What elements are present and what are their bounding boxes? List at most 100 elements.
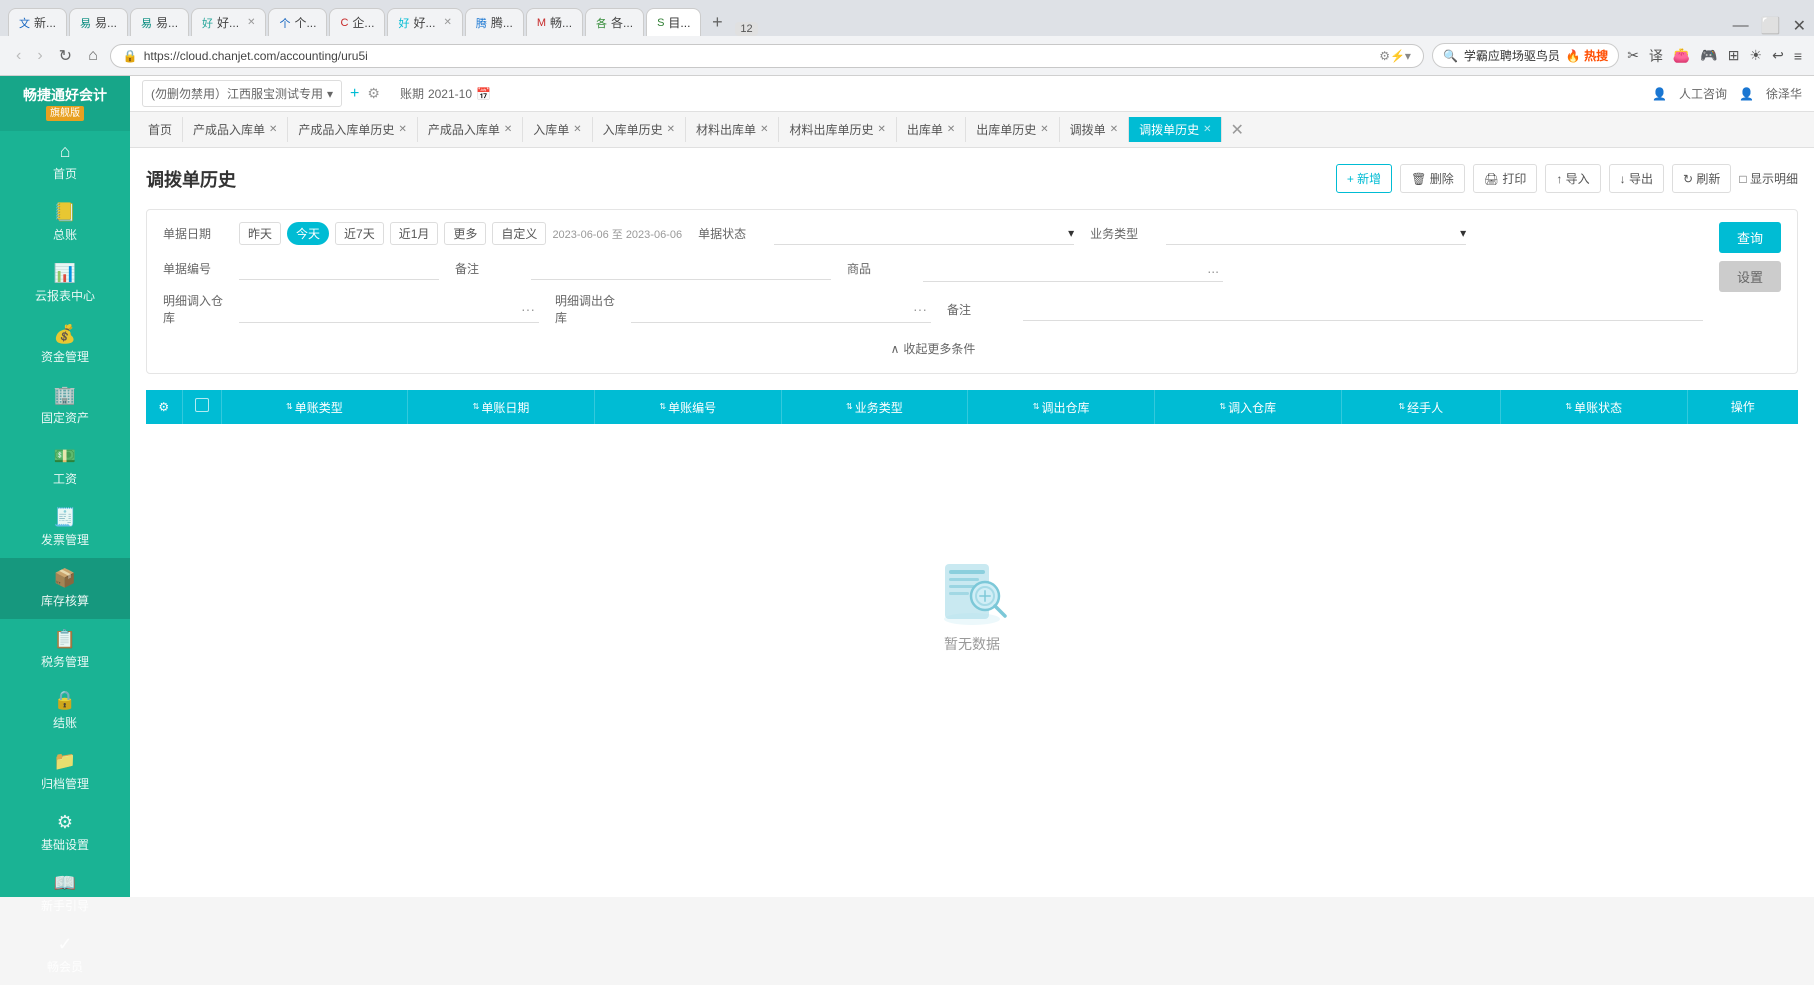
page-tab-2[interactable]: 产成品入库单 ✕: [183, 117, 288, 142]
add-company-button[interactable]: +: [350, 85, 359, 103]
page-tab-3-close[interactable]: ✕: [398, 124, 406, 135]
sidebar-item-close[interactable]: 🔒 结账: [0, 680, 130, 741]
page-tab-9-close[interactable]: ✕: [947, 124, 955, 135]
date-btn-yesterday[interactable]: 昨天: [239, 222, 281, 245]
page-tab-6[interactable]: 入库单历史 ✕: [593, 117, 686, 142]
sidebar-item-tax[interactable]: 📋 税务管理: [0, 619, 130, 680]
translate-icon[interactable]: 译: [1649, 46, 1663, 66]
sidebar-item-guide[interactable]: 📖 新手引导: [0, 863, 130, 924]
sidebar-item-assets[interactable]: 🏢 固定资产: [0, 375, 130, 436]
page-tab-4-close[interactable]: ✕: [504, 124, 512, 135]
display-detail-button[interactable]: □ 显示明细: [1739, 170, 1798, 187]
th-doc-status[interactable]: ⇅ 单账状态: [1500, 390, 1687, 424]
sidebar-item-finance[interactable]: 💰 资金管理: [0, 314, 130, 375]
goods-dots[interactable]: ...: [1207, 260, 1219, 276]
page-tab-2-close[interactable]: ✕: [269, 124, 277, 135]
wallet-icon[interactable]: 👛: [1673, 47, 1690, 64]
page-tab-8-close[interactable]: ✕: [877, 124, 885, 135]
browser-tab-2[interactable]: 易 易...: [69, 8, 128, 36]
browser-tab-7[interactable]: 好 好... ✕: [387, 8, 462, 36]
apps-icon[interactable]: ⊞: [1728, 47, 1740, 64]
page-tab-3[interactable]: 产成品入库单历史 ✕: [288, 117, 417, 142]
scissors-icon[interactable]: ✂: [1627, 47, 1639, 64]
minimize-icon[interactable]: —: [1733, 17, 1749, 35]
browser-tab-8[interactable]: 腾 腾...: [465, 8, 524, 36]
url-box[interactable]: 🔒 https://cloud.chanjet.com/accounting/u…: [110, 44, 1424, 68]
page-tab-10-close[interactable]: ✕: [1040, 124, 1048, 135]
sidebar-item-basic[interactable]: ⚙ 基础设置: [0, 802, 130, 863]
status-select[interactable]: ▾: [774, 222, 1074, 245]
page-tab-5-close[interactable]: ✕: [573, 124, 581, 135]
browser-tab-11[interactable]: S 目...: [646, 8, 701, 36]
sidebar-item-archive[interactable]: 📁 归档管理: [0, 741, 130, 802]
date-btn-today[interactable]: 今天: [287, 222, 329, 245]
page-tab-10[interactable]: 出库单历史 ✕: [966, 117, 1059, 142]
browser-tab-4[interactable]: 好 好... ✕: [191, 8, 266, 36]
table-settings-icon[interactable]: ⚙: [158, 400, 169, 414]
th-settings[interactable]: ⚙: [146, 390, 182, 424]
th-in-warehouse[interactable]: ⇅ 调入仓库: [1154, 390, 1341, 424]
page-tab-7-close[interactable]: ✕: [760, 124, 768, 135]
forward-button[interactable]: ›: [33, 43, 46, 69]
company-selector[interactable]: (勿删勿禁用）江西服宝测试专用 ▾: [142, 80, 342, 107]
collapse-button[interactable]: ∧ 收起更多条件: [163, 336, 1703, 361]
sidebar-item-ledger[interactable]: 📒 总账: [0, 192, 130, 253]
export-button[interactable]: ↓ 导出: [1609, 164, 1664, 193]
goods-input[interactable]: [927, 257, 1207, 279]
refresh-button[interactable]: ↻ 刷新: [1672, 164, 1731, 193]
date-btn-7days[interactable]: 近7天: [335, 222, 384, 245]
th-doc-number[interactable]: ⇅ 单账编号: [594, 390, 781, 424]
date-btn-more[interactable]: 更多: [444, 222, 486, 245]
query-button[interactable]: 查询: [1719, 222, 1781, 253]
th-doc-type[interactable]: ⇅ 单账类型: [221, 390, 408, 424]
new-tab-button[interactable]: +: [703, 8, 731, 36]
setting-button[interactable]: 设置: [1719, 261, 1781, 292]
page-tab-12-close[interactable]: ✕: [1203, 124, 1211, 135]
remark-input[interactable]: [531, 257, 831, 280]
company-settings-icon[interactable]: ⚙: [367, 85, 380, 102]
undo-icon[interactable]: ↩: [1772, 47, 1784, 64]
reload-button[interactable]: ↻: [55, 42, 76, 70]
game-icon[interactable]: 🎮: [1700, 47, 1717, 64]
doc-number-input[interactable]: [239, 257, 439, 280]
th-doc-date[interactable]: ⇅ 单账日期: [408, 390, 595, 424]
browser-tab-9[interactable]: M 畅...: [526, 8, 583, 36]
date-btn-custom[interactable]: 自定义: [492, 222, 546, 245]
tab-close-4[interactable]: ✕: [247, 17, 255, 28]
date-btn-1month[interactable]: 近1月: [390, 222, 439, 245]
goods-input-box[interactable]: ...: [923, 255, 1223, 282]
period-selector[interactable]: 账期 2021-10 📅: [400, 85, 491, 102]
sidebar-item-invoice[interactable]: 🧾 发票管理: [0, 497, 130, 558]
browser-tab-5[interactable]: 个 个...: [268, 8, 327, 36]
sidebar-item-member[interactable]: ✓ 畅会员: [0, 924, 130, 985]
delete-button[interactable]: 🗑 删除: [1400, 164, 1465, 193]
page-tab-home[interactable]: 首页: [138, 117, 183, 142]
business-type-select[interactable]: ▾: [1166, 222, 1466, 245]
page-tab-6-close[interactable]: ✕: [667, 124, 675, 135]
browser-tab-10[interactable]: 各 各...: [585, 8, 644, 36]
maximize-icon[interactable]: ⬜: [1761, 16, 1781, 36]
browser-tab-3[interactable]: 易 易...: [130, 8, 189, 36]
tab-close-7[interactable]: ✕: [443, 17, 451, 28]
th-out-warehouse[interactable]: ⇅ 调出仓库: [968, 390, 1155, 424]
page-tab-9[interactable]: 出库单 ✕: [897, 117, 966, 142]
add-button[interactable]: + 新增: [1336, 164, 1392, 193]
search-box[interactable]: 🔍 学霸应聘场驱鸟员 🔥 热搜: [1432, 43, 1619, 68]
close-window-icon[interactable]: ✕: [1793, 16, 1806, 36]
brightness-icon[interactable]: ☀: [1750, 47, 1763, 64]
detail-remark-input[interactable]: [1023, 298, 1703, 321]
close-all-tabs-button[interactable]: ✕: [1230, 120, 1243, 140]
menu-icon[interactable]: ≡: [1794, 48, 1802, 64]
customer-service[interactable]: 人工咨询: [1679, 85, 1727, 102]
page-tab-7[interactable]: 材料出库单 ✕: [686, 117, 779, 142]
sidebar-item-inventory[interactable]: 📦 库存核算: [0, 558, 130, 619]
detail-in-dots[interactable]: ···: [521, 301, 535, 317]
detail-out-dots[interactable]: ···: [913, 301, 927, 317]
page-tab-11[interactable]: 调拨单 ✕: [1060, 117, 1129, 142]
sidebar-item-reports[interactable]: 📊 云报表中心: [0, 253, 130, 314]
th-handler[interactable]: ⇅ 经手人: [1341, 390, 1500, 424]
detail-out-input[interactable]: [635, 298, 913, 320]
home-button[interactable]: ⌂: [84, 43, 102, 69]
detail-out-input-box[interactable]: ···: [631, 296, 931, 323]
page-tab-12[interactable]: 调拨单历史 ✕: [1129, 117, 1222, 142]
